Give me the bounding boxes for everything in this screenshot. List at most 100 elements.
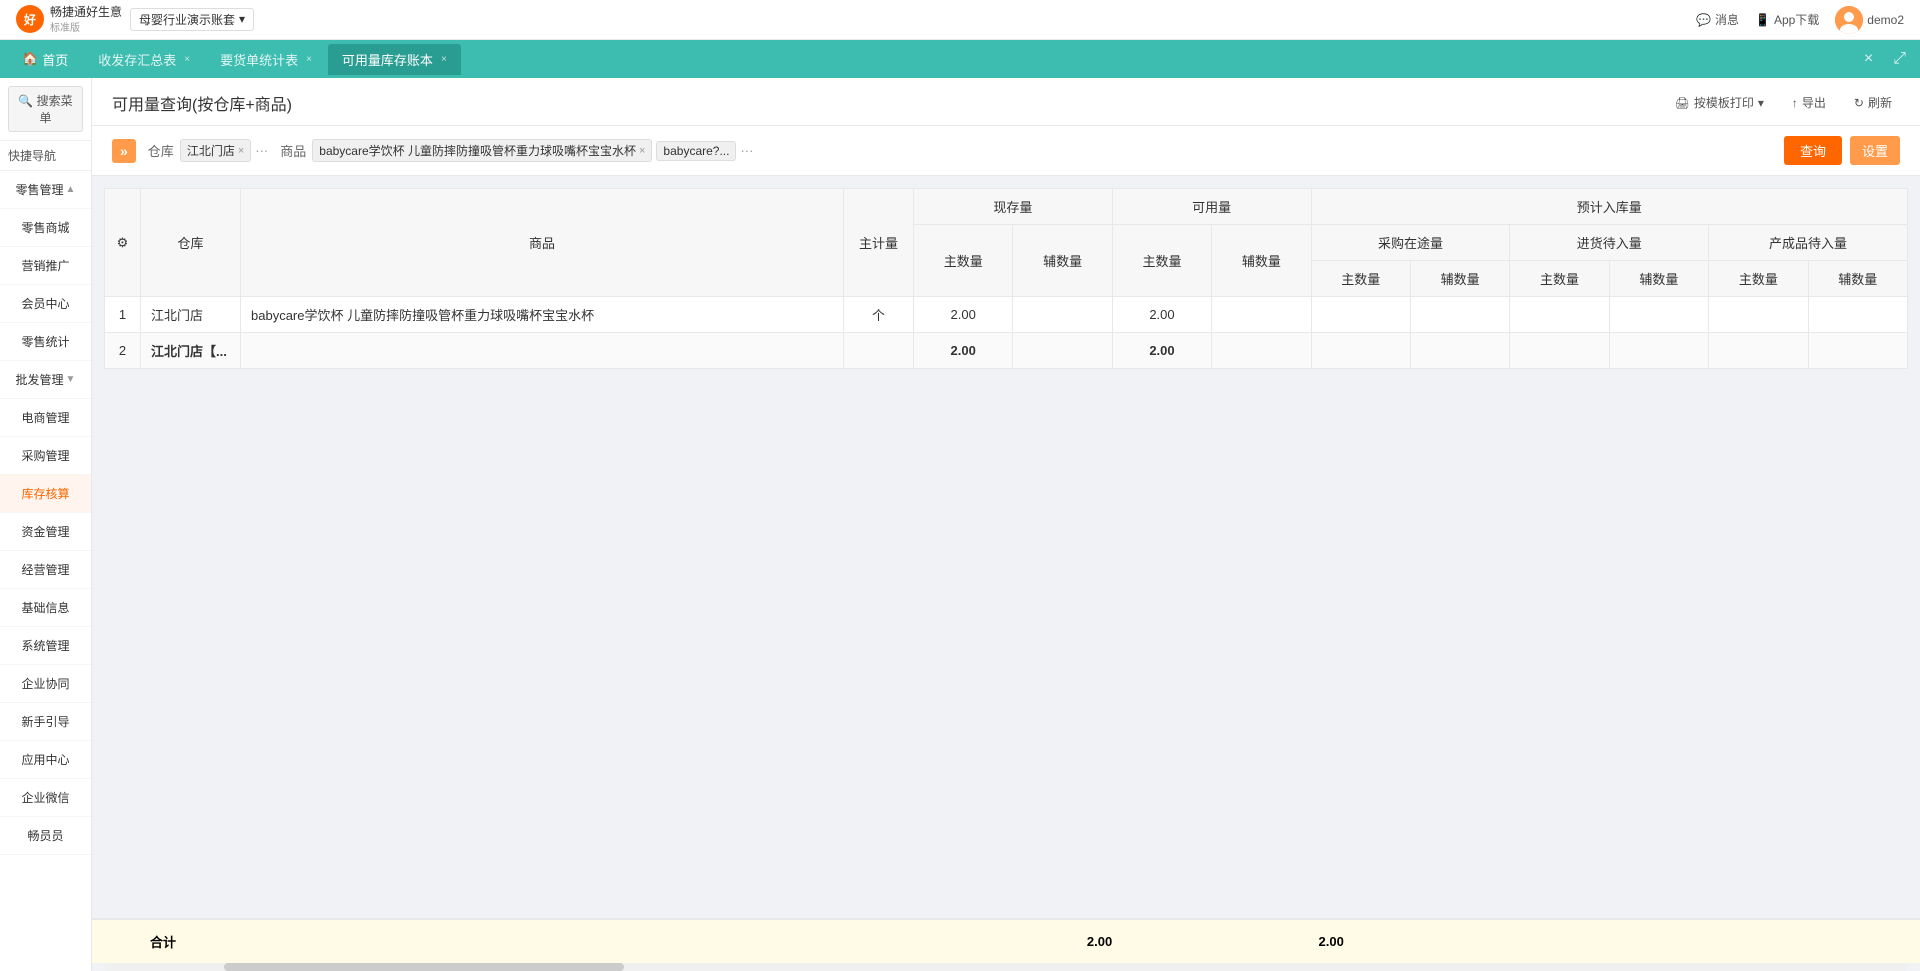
- warehouse-tag[interactable]: 江北门店 ×: [180, 139, 251, 162]
- username: demo2: [1867, 13, 1904, 27]
- page-title: 可用量查询(按仓库+商品): [112, 91, 292, 115]
- export-icon: ↑: [1792, 96, 1798, 110]
- sidebar-item-ops-mgmt[interactable]: 经营管理: [0, 551, 91, 589]
- sidebar-item-inventory-check[interactable]: 库存核算: [0, 475, 91, 513]
- warehouse-more[interactable]: ···: [255, 143, 268, 158]
- logo-icon: 好: [16, 5, 44, 33]
- th-stock-aux: 辅数量: [1013, 225, 1112, 297]
- product-tags: babycare学饮杯 儿童防摔防撞吸管杯重力球吸嘴杯宝宝水杯 × babyca…: [312, 139, 753, 162]
- settings-btn[interactable]: 设置: [1850, 136, 1900, 165]
- home-icon: 🏠: [22, 51, 38, 67]
- tab-home[interactable]: 🏠 首页: [8, 44, 82, 75]
- sidebar-item-retail-mgmt[interactable]: 零售管理 ▲: [0, 171, 91, 209]
- nav-tabs: 🏠 首页 收发存汇总表 × 要货单统计表 × 可用量库存账本 × × ⤢: [0, 40, 1920, 78]
- refresh-btn[interactable]: ↻ 刷新: [1846, 90, 1900, 115]
- sidebar-item-retail-stats[interactable]: 零售统计: [0, 323, 91, 361]
- row1-inbound-main: [1510, 297, 1609, 333]
- table-row: 1 江北门店 babycare学饮杯 儿童防摔防撞吸管杯重力球吸嘴杯宝宝水杯 个…: [105, 297, 1908, 333]
- row1-product: babycare学饮杯 儿童防摔防撞吸管杯重力球吸嘴杯宝宝水杯: [241, 297, 844, 333]
- logo-text-block: 畅捷通好生意 标准版: [50, 5, 122, 34]
- row2-index: 2: [105, 333, 141, 369]
- sidebar-item-marketing[interactable]: 营销推广: [0, 247, 91, 285]
- row2-inbound-aux: [1609, 333, 1708, 369]
- row1-avail-main: 2.00: [1112, 297, 1211, 333]
- warehouse-tags: 江北门店 × ···: [180, 139, 268, 162]
- product-tag-1[interactable]: babycare学饮杯 儿童防摔防撞吸管杯重力球吸嘴杯宝宝水杯 ×: [312, 139, 652, 162]
- horizontal-scrollbar[interactable]: [104, 963, 1908, 971]
- tab-close-receivable[interactable]: ×: [184, 54, 190, 65]
- tab-close-order-stats[interactable]: ×: [306, 54, 312, 65]
- th-purchase-main: 主数量: [1311, 261, 1410, 297]
- user-profile[interactable]: demo2: [1835, 6, 1904, 34]
- search-menu-btn[interactable]: 🔍 搜索菜单: [8, 86, 83, 132]
- app-download-btn[interactable]: 📱 App下载: [1755, 11, 1819, 28]
- sidebar-search-section: 🔍 搜索菜单: [0, 78, 91, 141]
- row2-avail-main: 2.00: [1112, 333, 1211, 369]
- refresh-icon: ↻: [1854, 96, 1864, 110]
- sidebar-item-finance-mgmt[interactable]: 资金管理: [0, 513, 91, 551]
- nav-tabs-right: × ⤢: [1858, 48, 1912, 70]
- settings-icon[interactable]: ⚙: [117, 235, 129, 250]
- th-products-pending: 产成品待入量: [1709, 225, 1908, 261]
- logo-title: 畅捷通好生意: [50, 5, 122, 19]
- th-stock-main: 主数量: [914, 225, 1013, 297]
- product-filter-label: 商品: [280, 141, 306, 160]
- tab-maximize[interactable]: ⤢: [1887, 48, 1912, 70]
- th-current-stock: 现存量: [914, 189, 1113, 225]
- th-avail-aux: 辅数量: [1212, 225, 1311, 297]
- industry-selector[interactable]: 母婴行业演示账套 ▾: [130, 8, 254, 31]
- sidebar-item-wholesale-mgmt[interactable]: 批发管理 ▼: [0, 361, 91, 399]
- tab-inventory[interactable]: 可用量库存账本 ×: [328, 44, 461, 75]
- message-icon: 💬: [1696, 13, 1711, 27]
- tab-close-inventory[interactable]: ×: [441, 54, 447, 65]
- warehouse-filter-label: 仓库: [148, 141, 174, 160]
- sidebar-item-app-center[interactable]: 应用中心: [0, 741, 91, 779]
- sidebar-item-enterprise-wechat[interactable]: 企业微信: [0, 779, 91, 817]
- th-inbound-aux: 辅数量: [1609, 261, 1708, 297]
- sidebar-item-quick-nav[interactable]: 快捷导航: [0, 141, 91, 171]
- row2-avail-aux: [1212, 333, 1311, 369]
- product-more[interactable]: ···: [740, 143, 753, 158]
- th-settings[interactable]: ⚙: [105, 189, 141, 297]
- tab-close-all[interactable]: ×: [1858, 48, 1879, 70]
- sidebar-item-new-guide[interactable]: 新手引导: [0, 703, 91, 741]
- sidebar-item-system-mgmt[interactable]: 系统管理: [0, 627, 91, 665]
- filter-toggle-btn[interactable]: »: [112, 139, 136, 163]
- product-tag-2[interactable]: babycare?...: [656, 141, 736, 161]
- arrow-icon-retail: ▲: [66, 184, 76, 195]
- row1-products-aux: [1808, 297, 1907, 333]
- sidebar-item-retail-mall[interactable]: 零售商城: [0, 209, 91, 247]
- total-table: 合计 2.00 2.00: [104, 926, 1908, 957]
- th-available-qty: 可用量: [1112, 189, 1311, 225]
- chevron-down-icon: ▾: [239, 12, 245, 26]
- total-label: 合计: [140, 926, 240, 957]
- tab-order-stats[interactable]: 要货单统计表 ×: [206, 44, 326, 75]
- table-container[interactable]: ⚙ 仓库 商品 主计量 现存量: [92, 176, 1920, 918]
- th-products-main: 主数量: [1709, 261, 1808, 297]
- logo-area: 好 畅捷通好生意 标准版: [16, 5, 122, 34]
- sidebar-item-enterprise-collab[interactable]: 企业协同: [0, 665, 91, 703]
- query-btn[interactable]: 查询: [1784, 136, 1842, 165]
- sidebar-item-purchase-mgmt[interactable]: 采购管理: [0, 437, 91, 475]
- message-btn[interactable]: 💬 消息: [1696, 11, 1739, 28]
- sidebar-item-changyuan[interactable]: 畅员员: [0, 817, 91, 855]
- row1-inbound-aux: [1609, 297, 1708, 333]
- sidebar-item-basic-info[interactable]: 基础信息: [0, 589, 91, 627]
- page-title-row: 可用量查询(按仓库+商品) 🖨 按模板打印 ▾ ↑ 导出 ↻ 刷新: [112, 90, 1900, 115]
- sidebar: 🔍 搜索菜单 快捷导航 零售管理 ▲ 零售商城 营销推广 会员中心 零售统计 批…: [0, 78, 92, 971]
- header-left: 好 畅捷通好生意 标准版 母婴行业演示账套 ▾: [16, 5, 254, 34]
- export-btn[interactable]: ↑ 导出: [1784, 90, 1834, 115]
- warehouse-tag-remove[interactable]: ×: [238, 145, 244, 157]
- print-template-btn[interactable]: 🖨 按模板打印 ▾: [1667, 90, 1772, 115]
- scroll-thumb[interactable]: [224, 963, 624, 971]
- app-download-label: App下载: [1774, 11, 1819, 28]
- th-inbound-main: 主数量: [1510, 261, 1609, 297]
- product-tag-1-remove[interactable]: ×: [639, 145, 645, 157]
- row2-warehouse: 江北门店【...: [141, 333, 241, 369]
- tab-receivable[interactable]: 收发存汇总表 ×: [84, 44, 204, 75]
- th-purchase-in-transit: 采购在途量: [1311, 225, 1510, 261]
- row1-warehouse: 江北门店: [141, 297, 241, 333]
- sidebar-item-ecommerce[interactable]: 电商管理: [0, 399, 91, 437]
- sidebar-item-member-center[interactable]: 会员中心: [0, 285, 91, 323]
- row2-stock-main: 2.00: [914, 333, 1013, 369]
